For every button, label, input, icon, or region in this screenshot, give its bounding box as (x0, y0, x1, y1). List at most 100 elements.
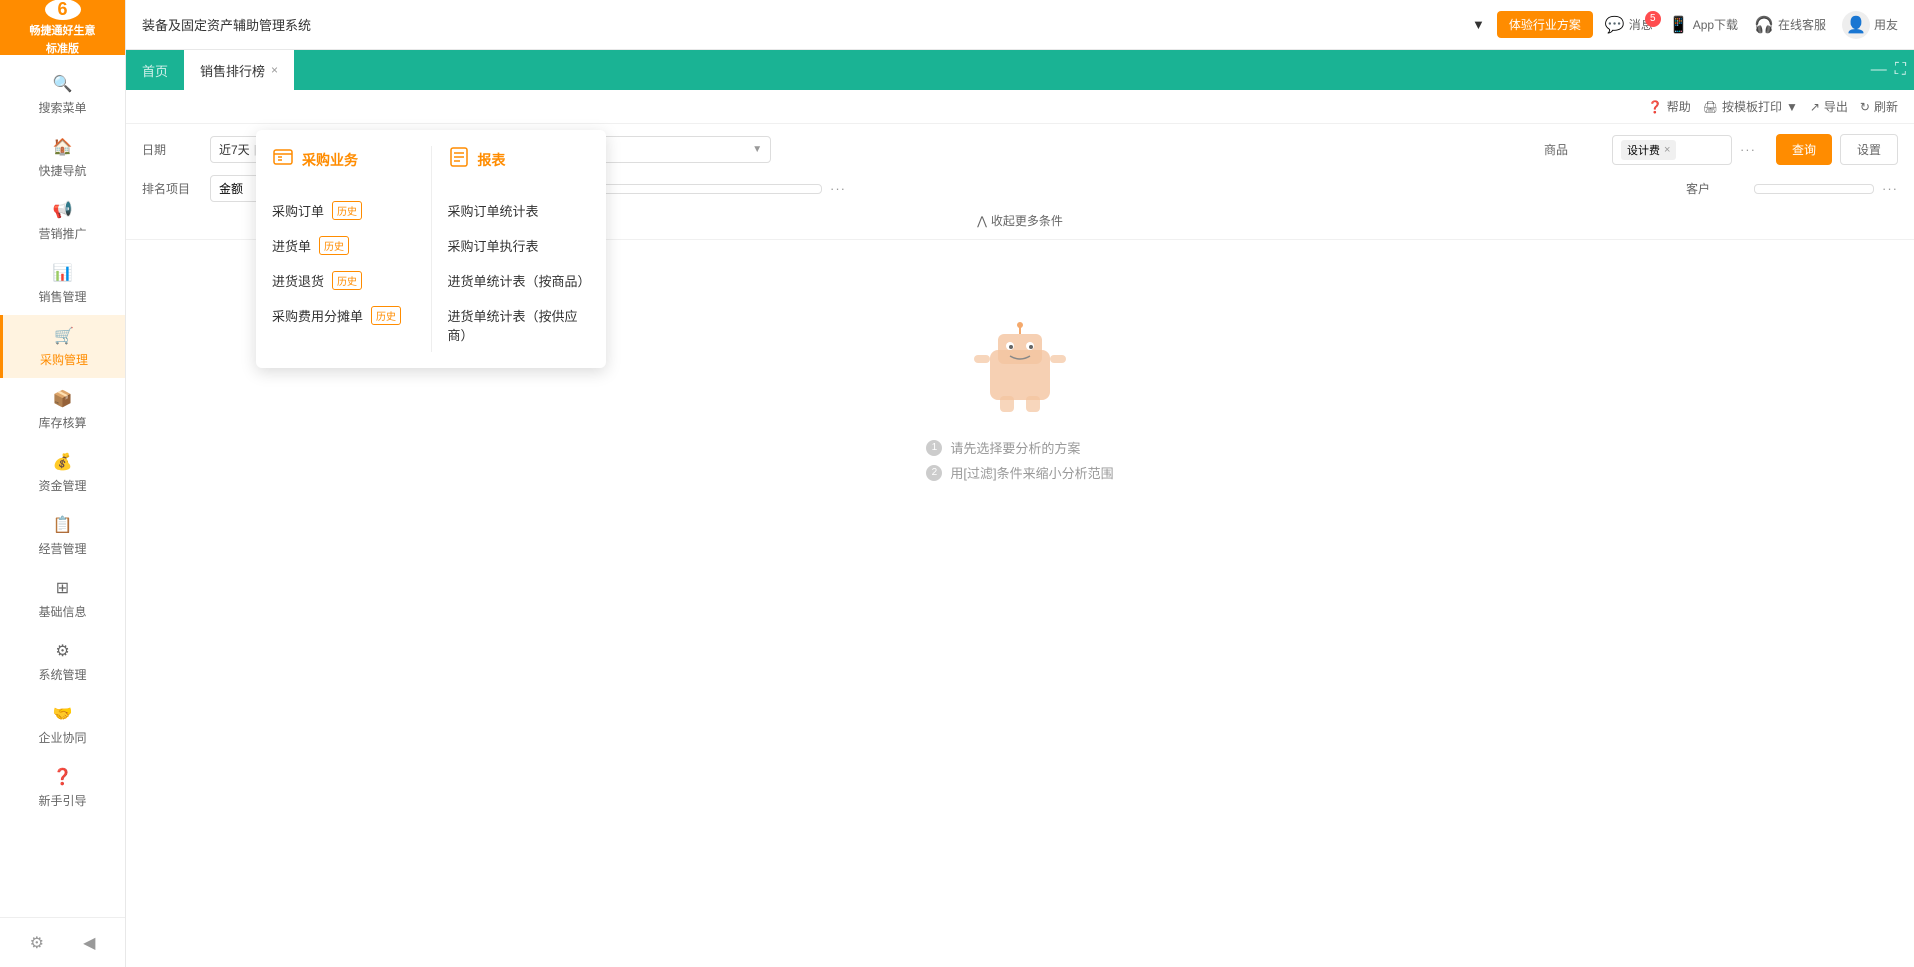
guide-icon: ❓ (52, 766, 74, 788)
purchase-col-title: 采购业务 (302, 150, 358, 170)
export-label: 导出 (1824, 98, 1848, 115)
sidebar-item-quick-nav[interactable]: 🏠 快捷导航 (0, 126, 125, 189)
purchase-icon: 🛒 (53, 325, 75, 347)
print-dropdown-icon: ▼ (1786, 100, 1798, 114)
sidebar-logo: 6 畅捷通好生意 标准版 (0, 0, 125, 55)
tab-fullscreen-icon[interactable]: ⛶ (1895, 61, 1906, 79)
sidebar-item-sales[interactable]: 📊 销售管理 (0, 252, 125, 315)
refresh-button[interactable]: ↻ 刷新 (1860, 98, 1898, 115)
user-menu[interactable]: 👤 用友 (1842, 11, 1898, 39)
doc-status-arrow: ▼ (752, 144, 762, 155)
sidebar-item-cooperation[interactable]: 🤝 企业协同 (0, 693, 125, 756)
goods-label: 商品 (1544, 141, 1604, 158)
purchase-order-stat-item[interactable]: 采购订单统计表 (448, 193, 591, 228)
goods-input[interactable]: 设计费 × (1612, 135, 1732, 165)
tabs-right-actions: — ⛶ (1871, 61, 1914, 79)
user-avatar: 👤 (1842, 11, 1870, 39)
report-col-header: 报表 (448, 146, 591, 181)
customer-label: 客户 (1686, 180, 1746, 197)
basic-info-icon: ⊞ (52, 577, 74, 599)
sidebar-item-inventory-label: 库存核算 (38, 414, 86, 431)
operations-icon: 📋 (52, 514, 74, 536)
return-item[interactable]: 进货退货 历史 (272, 263, 415, 298)
purchase-order-exec-label: 采购订单执行表 (448, 236, 539, 255)
online-service-button[interactable]: 🎧 在线客服 (1754, 15, 1826, 35)
sidebar-item-guide[interactable]: ❓ 新手引导 (0, 756, 125, 819)
purchase-order-item[interactable]: 采购订单 历史 (272, 193, 415, 228)
sidebar-item-basic-info[interactable]: ⊞ 基础信息 (0, 567, 125, 630)
expense-badge: 历史 (371, 306, 401, 325)
return-badge: 历史 (332, 271, 362, 290)
goods-dots[interactable]: ··· (1740, 142, 1756, 157)
tab-home[interactable]: 首页 (126, 50, 184, 90)
date-label: 日期 (142, 141, 202, 158)
sidebar-item-sales-label: 销售管理 (38, 288, 86, 305)
tab-home-label: 首页 (142, 61, 168, 80)
customer-dots[interactable]: ··· (1882, 181, 1898, 196)
settings-button[interactable]: ⚙ (30, 933, 44, 953)
sidebar-item-search[interactable]: 🔍 搜索菜单 (0, 63, 125, 126)
goods-tag-close[interactable]: × (1664, 144, 1670, 156)
sidebar-nav: 🔍 搜索菜单 🏠 快捷导航 📢 营销推广 📊 销售管理 🛒 采购管理 📦 库存核… (0, 55, 125, 917)
collapse-label: 收起更多条件 (991, 212, 1063, 229)
sidebar-item-operations[interactable]: 📋 经营管理 (0, 504, 125, 567)
tab-close-icon[interactable]: × (271, 63, 278, 77)
hint-num-1: 1 (926, 440, 942, 456)
empty-illustration (960, 320, 1080, 420)
stock-in-stat-item[interactable]: 进货单统计表（按商品） (448, 263, 591, 298)
print-icon: 🖨 (1703, 100, 1718, 114)
export-button[interactable]: ↗ 导出 (1810, 98, 1848, 115)
purchase-dropdown-menu: 采购业务 采购订单 历史 进货单 历史 进货退货 历史 采购费用分摊单 历史 (256, 130, 606, 368)
goods-filter: 商品 设计费 × ··· (1544, 135, 1756, 165)
sidebar-item-marketing-label: 营销推广 (38, 225, 86, 242)
sidebar-item-finance[interactable]: 💰 资金管理 (0, 441, 125, 504)
sidebar-item-system[interactable]: ⚙ 系统管理 (0, 630, 125, 693)
empty-hint-2: 2 用[过滤]条件来缩小分析范围 (926, 463, 1113, 482)
home-icon: 🏠 (52, 136, 74, 158)
stock-in-supplier-stat-item[interactable]: 进货单统计表（按供应商） (448, 298, 591, 352)
system-dropdown[interactable]: ▼ (1472, 17, 1485, 32)
stock-in-item[interactable]: 进货单 历史 (272, 228, 415, 263)
sidebar-item-inventory[interactable]: 📦 库存核算 (0, 378, 125, 441)
sidebar-item-marketing[interactable]: 📢 营销推广 (0, 189, 125, 252)
app-download-button[interactable]: 📱 App下载 (1669, 15, 1738, 35)
headset-icon: 🎧 (1754, 15, 1774, 35)
customer-filter: 客户 ··· (1686, 180, 1898, 197)
system-title: 装备及固定资产辅助管理系统 (142, 15, 1460, 34)
sidebar-item-operations-label: 经营管理 (38, 540, 86, 557)
collapse-button[interactable]: ⋀ 收起更多条件 (977, 212, 1063, 229)
help-button[interactable]: ❓ 帮助 (1648, 98, 1691, 115)
stock-in-stat-label: 进货单统计表（按商品） (448, 271, 591, 290)
setting-button[interactable]: 设置 (1840, 134, 1898, 165)
tab-minimize-icon[interactable]: — (1871, 61, 1887, 79)
collapse-up-icon: ⋀ (977, 214, 987, 228)
customer-input[interactable] (1754, 184, 1874, 194)
empty-hints: 1 请先选择要分析的方案 2 用[过滤]条件来缩小分析范围 (926, 438, 1113, 482)
report-col-title: 报表 (478, 150, 506, 170)
sidebar-item-cooperation-label: 企业协同 (38, 729, 86, 746)
message-icon: 💬 (1605, 15, 1625, 35)
industry-btn[interactable]: 体验行业方案 (1497, 11, 1593, 38)
purchase-order-exec-item[interactable]: 采购订单执行表 (448, 228, 591, 263)
messages-button[interactable]: 💬 5 消息 (1605, 15, 1653, 35)
toolbar: ❓ 帮助 🖨 按模板打印 ▼ ↗ 导出 ↻ 刷新 (126, 90, 1914, 123)
return-label: 进货退货 (272, 271, 324, 290)
tab-sales-rank[interactable]: 销售排行榜 × (184, 50, 294, 90)
salesperson-dots[interactable]: ··· (830, 181, 846, 196)
sidebar-item-purchase[interactable]: 🛒 采购管理 (0, 315, 125, 378)
tabs-bar: 首页 销售排行榜 × — ⛶ (126, 50, 1914, 90)
expense-item[interactable]: 采购费用分摊单 历史 (272, 298, 415, 333)
sidebar-footer: ⚙ ◀ (0, 917, 125, 967)
sales-icon: 📊 (52, 262, 74, 284)
collapse-sidebar-button[interactable]: ◀ (83, 933, 95, 953)
goods-tag-label: 设计费 (1627, 142, 1660, 158)
cooperation-icon: 🤝 (52, 703, 74, 725)
print-button[interactable]: 🖨 按模板打印 ▼ (1703, 98, 1798, 115)
date-option-7days: 近7天 (219, 141, 250, 158)
sidebar: 6 畅捷通好生意 标准版 🔍 搜索菜单 🏠 快捷导航 📢 营销推广 📊 销售管理… (0, 0, 126, 967)
query-button[interactable]: 查询 (1776, 134, 1832, 165)
main-area: 装备及固定资产辅助管理系统 ▼ 体验行业方案 💬 5 消息 📱 App下载 🎧 … (126, 0, 1914, 967)
purchase-menu-icon (272, 146, 294, 173)
phone-icon: 📱 (1669, 15, 1689, 35)
main-header: 装备及固定资产辅助管理系统 ▼ 体验行业方案 💬 5 消息 📱 App下载 🎧 … (126, 0, 1914, 50)
